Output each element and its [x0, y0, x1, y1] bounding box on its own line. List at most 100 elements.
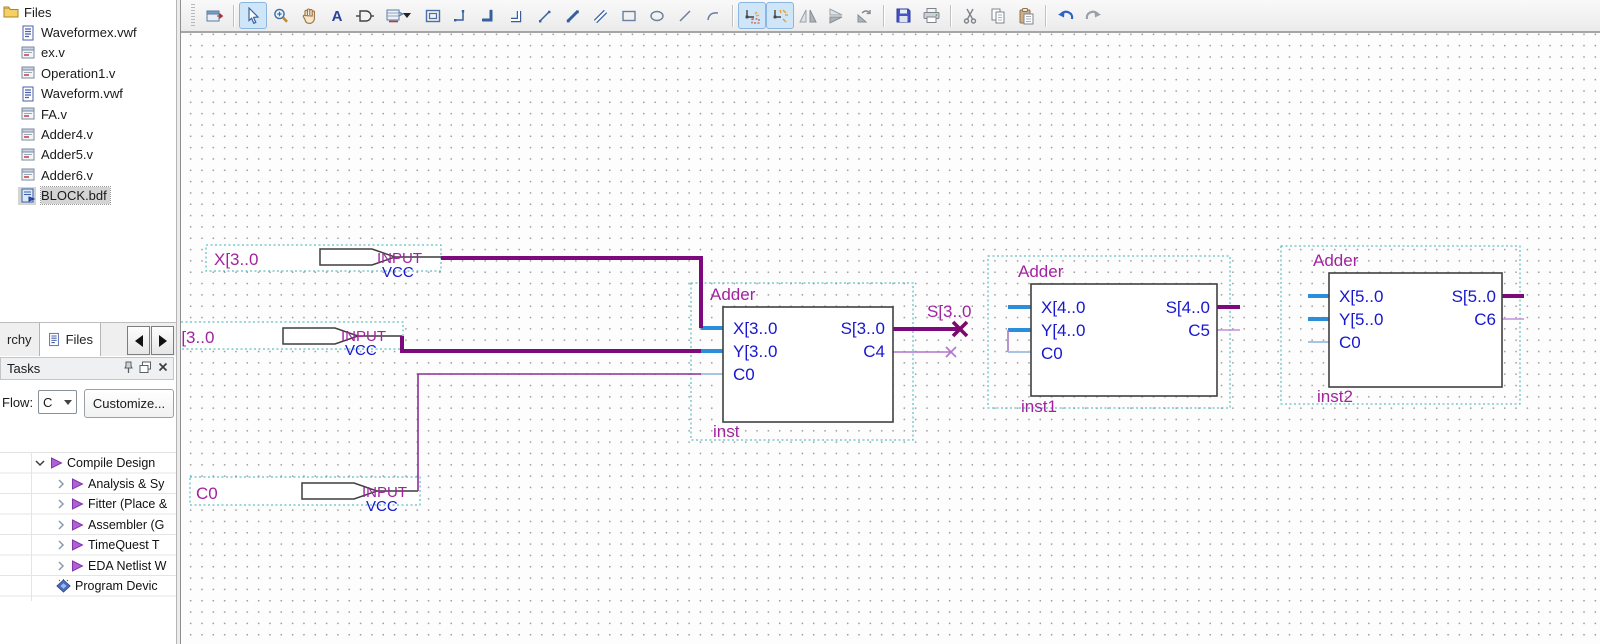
- paste-button[interactable]: [1012, 2, 1040, 29]
- orthogonal-conduit-tool-button[interactable]: [503, 2, 531, 29]
- chevron-expanded-icon[interactable]: [34, 457, 46, 469]
- pin-icon[interactable]: [123, 361, 134, 374]
- rectangle-tool-icon: [622, 10, 636, 21]
- block-tool-button[interactable]: [419, 2, 447, 29]
- file-item[interactable]: Adder5.v: [0, 145, 176, 165]
- chevron-collapsed-icon[interactable]: [55, 519, 67, 531]
- pin-c0-vcc-label: VCC: [366, 498, 398, 515]
- bus-wire-y[interactable]: [400, 336, 701, 353]
- task-row-timequest[interactable]: TimeQuest T: [0, 535, 176, 556]
- folder-icon: [3, 6, 19, 18]
- rubberbanding-button[interactable]: [738, 2, 766, 29]
- toolbar-drag-handle[interactable]: [191, 3, 195, 28]
- diagonal-node-tool-button[interactable]: [531, 2, 559, 29]
- ellipse-tool-button[interactable]: [643, 2, 671, 29]
- rubberbanding-icon: [745, 9, 759, 23]
- flip-horizontal-button[interactable]: [794, 2, 822, 29]
- rotate-left-button[interactable]: [850, 2, 878, 29]
- chevron-collapsed-icon[interactable]: [55, 478, 67, 490]
- flow-label: Flow:: [2, 395, 34, 410]
- file-tree: Files Waveformex.vwf ex.v Operation1.v W…: [0, 2, 176, 322]
- block2-port-y: Y[4..0: [1041, 321, 1085, 340]
- text-tool-button[interactable]: A: [323, 2, 351, 29]
- detach-window-button[interactable]: [200, 2, 228, 29]
- file-item[interactable]: ex.v: [0, 43, 176, 63]
- block3-port-y: Y[5..0: [1339, 310, 1383, 329]
- file-item[interactable]: Adder4.v: [0, 124, 176, 144]
- cut-button[interactable]: [956, 2, 984, 29]
- redo-button[interactable]: [1079, 2, 1107, 29]
- arc-tool-button[interactable]: [699, 2, 727, 29]
- close-icon[interactable]: [157, 361, 169, 373]
- file-item[interactable]: Operation1.v: [0, 63, 176, 83]
- orthogonal-conduit-icon: [511, 10, 522, 22]
- pin-y-name: Y[3..0: [181, 328, 214, 347]
- verilog-file-icon: [21, 128, 35, 141]
- tab-hierarchy[interactable]: rchy: [0, 323, 39, 356]
- file-item[interactable]: Adder6.v: [0, 165, 176, 185]
- node-wire-c0[interactable]: [417, 373, 701, 491]
- cursor-icon: [248, 6, 260, 24]
- file-item-selected[interactable]: BLOCK.bdf: [0, 186, 176, 206]
- file-item-label: Waveformex.vwf: [41, 25, 137, 41]
- tab-scroll-right-button[interactable]: [151, 326, 174, 355]
- tab-hierarchy-label: rchy: [7, 332, 32, 347]
- right-triangle-icon: [158, 334, 167, 347]
- task-label: Analysis & Sy: [88, 476, 165, 491]
- file-item[interactable]: Waveform.vwf: [0, 84, 176, 104]
- toolbar-separator: [883, 4, 884, 27]
- selection-tool-button[interactable]: [239, 2, 267, 29]
- verilog-file-icon: [21, 168, 35, 181]
- waveform-file-icon: [22, 86, 34, 102]
- orthogonal-node-tool-button[interactable]: [447, 2, 475, 29]
- block1-port-c0: C0: [733, 365, 755, 384]
- partial-rubberbanding-button[interactable]: [766, 2, 794, 29]
- hand-tool-button[interactable]: [295, 2, 323, 29]
- text-tool-icon: A: [332, 8, 343, 25]
- chevron-collapsed-icon[interactable]: [55, 560, 67, 572]
- flow-select[interactable]: C: [38, 390, 77, 414]
- bus-wire-x[interactable]: [441, 256, 703, 328]
- rectangle-tool-button[interactable]: [615, 2, 643, 29]
- task-row-eda-netlist[interactable]: EDA Netlist W: [0, 556, 176, 577]
- task-row-analysis-synthesis[interactable]: Analysis & Sy: [0, 474, 176, 495]
- symbol-tool-dropdown-button[interactable]: [379, 2, 419, 29]
- task-row-assembler[interactable]: Assembler (G: [0, 515, 176, 536]
- undo-button[interactable]: [1051, 2, 1079, 29]
- chevron-collapsed-icon[interactable]: [55, 498, 67, 510]
- flip-vertical-button[interactable]: [822, 2, 850, 29]
- quartus-window: Files Waveformex.vwf ex.v Operation1.v W…: [0, 0, 1600, 644]
- task-row-compile-design[interactable]: Compile Design: [0, 453, 176, 474]
- pin-tool-button[interactable]: [351, 2, 379, 29]
- line-tool-button[interactable]: [671, 2, 699, 29]
- file-item-label: ex.v: [41, 45, 65, 61]
- copy-button[interactable]: [984, 2, 1012, 29]
- customize-button[interactable]: Customize...: [84, 389, 174, 418]
- orthogonal-bus-tool-button[interactable]: [475, 2, 503, 29]
- file-item[interactable]: Waveformex.vwf: [0, 22, 176, 42]
- schematic-canvas[interactable]: X[3..0 INPUT VCC Y[3..0 INPUT VCC C0 INP…: [181, 33, 1600, 644]
- block1-port-x: X[3..0: [733, 319, 777, 338]
- task-label: TimeQuest T: [88, 538, 160, 553]
- file-tree-root[interactable]: Files: [0, 2, 176, 22]
- task-row-fitter[interactable]: Fitter (Place &: [0, 494, 176, 515]
- save-button[interactable]: [889, 2, 917, 29]
- pin-x-name: X[3..0: [214, 250, 258, 269]
- schematic-toolbar: A: [181, 0, 1600, 33]
- block2-port-x: X[4..0: [1041, 298, 1085, 317]
- tab-scroll-left-button[interactable]: [127, 326, 150, 355]
- diagonal-bus-tool-button[interactable]: [559, 2, 587, 29]
- chevron-collapsed-icon[interactable]: [55, 539, 67, 551]
- pin-x-vcc-label: VCC: [382, 264, 414, 281]
- verilog-file-icon: [21, 148, 35, 161]
- float-window-icon[interactable]: [139, 361, 152, 374]
- verilog-file-icon: [21, 66, 35, 79]
- task-row-program-device[interactable]: Program Devic: [0, 576, 176, 597]
- tab-files[interactable]: Files: [38, 323, 102, 356]
- diagonal-conduit-tool-button[interactable]: [587, 2, 615, 29]
- task-label: EDA Netlist W: [88, 558, 167, 573]
- zoom-tool-button[interactable]: [267, 2, 295, 29]
- block2-instance-label: inst1: [1021, 397, 1057, 416]
- file-item[interactable]: FA.v: [0, 104, 176, 124]
- print-button[interactable]: [917, 2, 945, 29]
